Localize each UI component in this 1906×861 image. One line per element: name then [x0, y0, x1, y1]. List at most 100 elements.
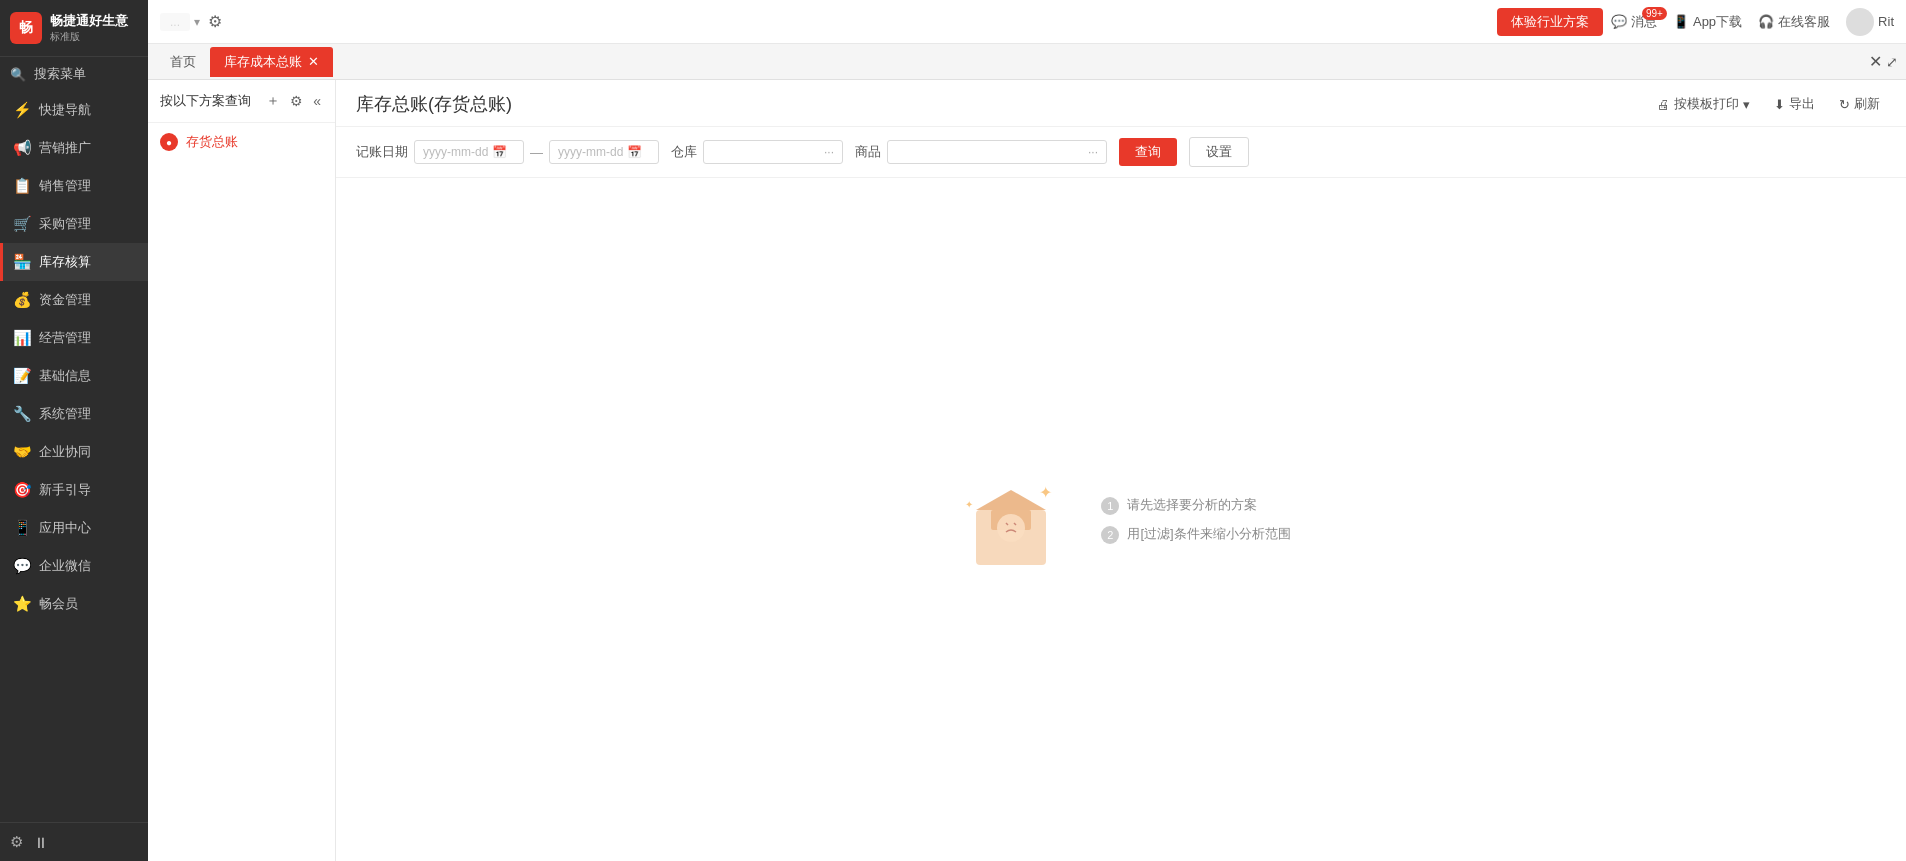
- tab-inventory-ledger[interactable]: 库存成本总账 ✕: [210, 47, 333, 77]
- online-service-item[interactable]: 🎧 在线客服: [1758, 13, 1830, 31]
- topbar-right: 💬 消息 99+ 📱 App下载 🎧 在线客服 Rit: [1611, 8, 1894, 36]
- page-title: 库存总账(存货总账): [356, 92, 512, 116]
- phone-icon: 📱: [1673, 14, 1689, 29]
- filter-header: 按以下方案查询 ＋ ⚙ «: [148, 80, 335, 123]
- goods-group: 商品 ···: [855, 140, 1107, 164]
- empty-illustration: ✦ ✦: [951, 460, 1071, 580]
- settings-button[interactable]: 设置: [1189, 137, 1249, 167]
- page-header-actions: 🖨 按模板打印 ▾ ⬇ 导出 ↻ 刷新: [1651, 92, 1886, 116]
- sidebar-item-enterprise[interactable]: 🤝 企业协同: [0, 433, 148, 471]
- date-label: 记账日期: [356, 143, 408, 161]
- date-start-input[interactable]: yyyy-mm-dd 📅: [414, 140, 524, 164]
- tab-close-button[interactable]: ✕: [308, 54, 319, 69]
- search-icon: 🔍: [10, 67, 26, 82]
- sidebar-item-newbie[interactable]: 🎯 新手引导: [0, 471, 148, 509]
- warehouse-more-icon[interactable]: ···: [824, 145, 834, 159]
- main-area: ... ▾ ⚙ 体验行业方案 💬 消息 99+ 📱 App下载 🎧 在线客服 R…: [148, 0, 1906, 861]
- refresh-icon: ↻: [1839, 97, 1850, 112]
- refresh-button[interactable]: ↻ 刷新: [1833, 92, 1886, 116]
- breadcrumb-text: ...: [160, 13, 190, 31]
- warehouse-input[interactable]: ···: [703, 140, 843, 164]
- filter-dot-icon: ●: [160, 133, 178, 151]
- quick-nav-icon: ⚡: [13, 101, 31, 119]
- sidebar-audio-btn[interactable]: ⏸: [33, 834, 48, 851]
- date-end-input[interactable]: yyyy-mm-dd 📅: [549, 140, 659, 164]
- newbie-icon: 🎯: [13, 481, 31, 499]
- warehouse-group: 仓库 ···: [671, 140, 843, 164]
- user-area[interactable]: Rit: [1846, 8, 1894, 36]
- sidebar-item-funds[interactable]: 💰 资金管理: [0, 281, 148, 319]
- export-button[interactable]: ⬇ 导出: [1768, 92, 1821, 116]
- sidebar-item-app-center[interactable]: 📱 应用中心: [0, 509, 148, 547]
- message-badge: 99+: [1642, 7, 1667, 20]
- sidebar-item-purchase[interactable]: 🛒 采购管理: [0, 205, 148, 243]
- sidebar-item-system[interactable]: 🔧 系统管理: [0, 395, 148, 433]
- date-separator: —: [530, 145, 543, 160]
- empty-tip-2: 2 用[过滤]条件来缩小分析范围: [1101, 525, 1290, 544]
- panel-close-button[interactable]: ✕: [1869, 52, 1882, 71]
- sidebar-item-business[interactable]: 📊 经营管理: [0, 319, 148, 357]
- logo-icon: 畅: [10, 12, 42, 44]
- svg-text:✦: ✦: [965, 499, 973, 510]
- topbar-gear-icon[interactable]: ⚙: [204, 8, 226, 35]
- topbar: ... ▾ ⚙ 体验行业方案 💬 消息 99+ 📱 App下载 🎧 在线客服 R…: [148, 0, 1906, 44]
- goods-more-icon[interactable]: ···: [1088, 145, 1098, 159]
- sidebar-settings-btn[interactable]: ⚙: [10, 833, 23, 851]
- filter-panel: 按以下方案查询 ＋ ⚙ « ● 存货总账: [148, 80, 336, 861]
- headset-icon: 🎧: [1758, 14, 1774, 29]
- breadcrumb: ... ▾ ⚙: [160, 8, 1489, 35]
- goods-label: 商品: [855, 143, 881, 161]
- print-icon: 🖨: [1657, 97, 1670, 112]
- print-button[interactable]: 🖨 按模板打印 ▾: [1651, 92, 1756, 116]
- sidebar-footer: ⚙ ⏸: [0, 822, 148, 861]
- sidebar-item-quick-nav[interactable]: ⚡ 快捷导航: [0, 91, 148, 129]
- date-group: 记账日期 yyyy-mm-dd 📅 — yyyy-mm-dd 📅: [356, 140, 659, 164]
- tabbar: 首页 库存成本总账 ✕ ✕ ⤢: [148, 44, 1906, 80]
- message-icon: 💬: [1611, 14, 1627, 29]
- membership-icon: ⭐: [13, 595, 31, 613]
- export-icon: ⬇: [1774, 97, 1785, 112]
- enterprise-icon: 🤝: [13, 443, 31, 461]
- sidebar-item-wechat[interactable]: 💬 企业微信: [0, 547, 148, 585]
- empty-state: ✦ ✦ 1 请先选择要分析的方案 2 用[过滤]条件来缩小分析范围: [336, 178, 1906, 861]
- app-center-icon: 📱: [13, 519, 31, 537]
- app-download-item[interactable]: 📱 App下载: [1673, 13, 1742, 31]
- calendar-end-icon[interactable]: 📅: [627, 145, 642, 159]
- svg-marker-1: [976, 490, 1046, 510]
- inventory-icon: 🏪: [13, 253, 31, 271]
- sidebar-item-marketing[interactable]: 📢 营销推广: [0, 129, 148, 167]
- svg-text:✦: ✦: [1039, 484, 1052, 501]
- tip-number-1: 1: [1101, 497, 1119, 515]
- filter-settings-button[interactable]: ⚙: [288, 91, 305, 111]
- tip-number-2: 2: [1101, 526, 1119, 544]
- search-button[interactable]: 查询: [1119, 138, 1177, 166]
- sales-icon: 📋: [13, 177, 31, 195]
- content-area: 按以下方案查询 ＋ ⚙ « ● 存货总账 库存总账(存货总账) 🖨 按模板打印 …: [148, 80, 1906, 861]
- industry-solution-button[interactable]: 体验行业方案: [1497, 8, 1603, 36]
- sidebar: 畅 畅捷通好生意 标准版 🔍 搜索菜单 ⚡ 快捷导航 📢 营销推广 📋 销售管理…: [0, 0, 148, 861]
- tab-home[interactable]: 首页: [156, 47, 210, 77]
- search-bar: 记账日期 yyyy-mm-dd 📅 — yyyy-mm-dd 📅 仓库: [336, 127, 1906, 178]
- sidebar-item-inventory[interactable]: 🏪 库存核算: [0, 243, 148, 281]
- panel-expand-button[interactable]: ⤢: [1886, 52, 1898, 71]
- tabbar-right: ✕ ⤢: [1869, 52, 1898, 71]
- filter-item-label: 存货总账: [186, 133, 238, 151]
- page-header: 库存总账(存货总账) 🖨 按模板打印 ▾ ⬇ 导出 ↻ 刷新: [336, 80, 1906, 127]
- print-dropdown-icon: ▾: [1743, 97, 1750, 112]
- funds-icon: 💰: [13, 291, 31, 309]
- filter-collapse-button[interactable]: «: [311, 91, 323, 111]
- sidebar-item-basic-info[interactable]: 📝 基础信息: [0, 357, 148, 395]
- goods-input[interactable]: ···: [887, 140, 1107, 164]
- warehouse-label: 仓库: [671, 143, 697, 161]
- calendar-start-icon[interactable]: 📅: [492, 145, 507, 159]
- breadcrumb-arrow-icon: ▾: [194, 15, 200, 29]
- system-icon: 🔧: [13, 405, 31, 423]
- filter-item-inventory-ledger[interactable]: ● 存货总账: [148, 123, 335, 161]
- svg-point-3: [997, 514, 1025, 542]
- sidebar-item-membership[interactable]: ⭐ 畅会员: [0, 585, 148, 623]
- search-menu[interactable]: 🔍 搜索菜单: [0, 57, 148, 91]
- filter-add-button[interactable]: ＋: [264, 90, 282, 112]
- purchase-icon: 🛒: [13, 215, 31, 233]
- sidebar-item-sales[interactable]: 📋 销售管理: [0, 167, 148, 205]
- message-item[interactable]: 💬 消息 99+: [1611, 13, 1657, 31]
